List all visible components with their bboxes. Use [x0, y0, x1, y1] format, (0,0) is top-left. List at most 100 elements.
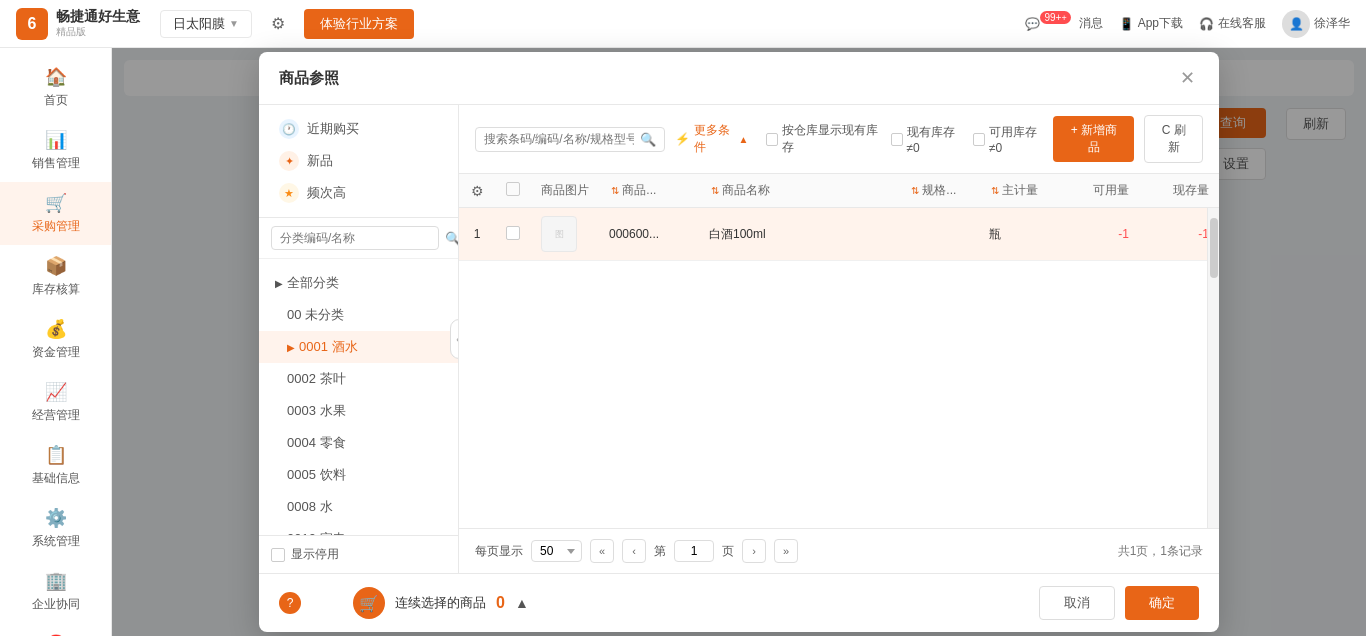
cart-icon[interactable]: 🛒 — [353, 587, 385, 619]
cat-item-0008[interactable]: 0008 水 — [259, 491, 458, 523]
search-icon[interactable]: 🔍 — [640, 132, 656, 147]
cat-item-0004[interactable]: 0004 零食 — [259, 427, 458, 459]
row-available-cell: -1 — [1059, 208, 1139, 261]
user-item[interactable]: 👤 徐泽华 — [1282, 10, 1350, 38]
next-page-button[interactable]: › — [742, 539, 766, 563]
cat-label-0004: 0004 零食 — [287, 434, 346, 452]
row-unit: 瓶 — [989, 227, 1001, 241]
table-scrollbar[interactable] — [1207, 208, 1219, 528]
select-all-checkbox[interactable] — [506, 182, 520, 196]
content-area: 查询 设置 刷新 商品参照 ✕ — [112, 48, 1366, 636]
sidebar-item-basic[interactable]: 📋 基础信息 — [0, 434, 111, 497]
row-image-cell: 图 — [531, 208, 599, 261]
category-search-input[interactable] — [271, 226, 439, 250]
sidebar-item-operations[interactable]: 📈 经营管理 — [0, 371, 111, 434]
show-disabled-checkbox[interactable] — [271, 548, 285, 562]
expand-icon: ▶ — [275, 278, 283, 289]
app-download-item[interactable]: 📱 App下载 — [1119, 15, 1183, 32]
sidebar-item-system[interactable]: ⚙️ 系统管理 — [0, 497, 111, 560]
quick-item-recent[interactable]: 🕐 近期购买 — [271, 113, 446, 145]
notifications-label: 消息 — [1079, 15, 1103, 32]
cat-label-00: 00 未分类 — [287, 306, 344, 324]
settings-icon[interactable]: ⚙ — [264, 10, 292, 38]
nav-selector-label: 日太阳膜 — [173, 15, 225, 33]
page-label: 第 — [654, 543, 666, 560]
row-num: 1 — [459, 208, 495, 261]
cat-item-0001[interactable]: ▶ 0001 酒水 — [259, 331, 458, 363]
sidebar-label-basic: 基础信息 — [32, 470, 80, 487]
cat-item-0002[interactable]: 0002 茶叶 — [259, 363, 458, 395]
collapse-cart-button[interactable]: ▲ — [515, 595, 529, 611]
show-disabled-label[interactable]: 显示停用 — [271, 546, 446, 563]
col-header-name[interactable]: ⇅ 商品名称 — [699, 174, 899, 208]
refresh-button[interactable]: C 刷新 — [1144, 115, 1203, 163]
per-page-label: 每页显示 — [475, 543, 523, 560]
gear-settings-icon[interactable]: ⚙ — [471, 183, 484, 199]
category-footer: 显示停用 — [259, 535, 458, 573]
sidebar-item-sales[interactable]: 📊 销售管理 — [0, 119, 111, 182]
online-service-item[interactable]: 🎧 在线客服 — [1199, 15, 1266, 32]
row-code: 000600... — [609, 227, 659, 241]
category-collapse-button[interactable]: « — [450, 319, 459, 359]
col-header-spec[interactable]: ⇅ 规格... — [899, 174, 979, 208]
logo-area: 6 畅捷通好生意 精品版 — [16, 8, 140, 40]
modal-close-button[interactable]: ✕ — [1175, 66, 1199, 90]
available-stock-checkbox[interactable] — [973, 133, 985, 146]
cancel-button[interactable]: 取消 — [1039, 586, 1115, 620]
filter-available-stock[interactable]: 可用库存≠0 — [973, 124, 1043, 155]
sidebar-item-home[interactable]: 🏠 首页 — [0, 56, 111, 119]
quick-label-freq: 频次高 — [307, 184, 346, 202]
col-header-unit[interactable]: ⇅ 主计量 — [979, 174, 1059, 208]
warehouse-checkbox[interactable] — [766, 133, 778, 146]
help-icon[interactable]: ? — [279, 592, 301, 614]
add-product-button[interactable]: + 新增商品 — [1053, 116, 1134, 162]
table-row[interactable]: 1 图 — [459, 208, 1219, 261]
quick-item-new[interactable]: ✦ 新品 — [271, 145, 446, 177]
sidebar-item-newbie[interactable]: 🎯 新手引导 — [0, 623, 111, 636]
cat-item-0003[interactable]: 0003 水果 — [259, 395, 458, 427]
phone-icon: 📱 — [1119, 17, 1134, 31]
has-stock-checkbox[interactable] — [891, 133, 903, 146]
logo-title: 畅捷通好生意 — [56, 8, 140, 25]
cat-item-0005[interactable]: 0005 饮料 — [259, 459, 458, 491]
warehouse-label: 按仓库显示现有库存 — [782, 122, 879, 156]
quick-item-freq[interactable]: ★ 频次高 — [271, 177, 446, 209]
product-thumbnail: 图 — [541, 216, 577, 252]
modal-header: 商品参照 ✕ — [259, 52, 1219, 105]
page-input[interactable] — [674, 540, 714, 562]
category-search-icon[interactable]: 🔍 — [445, 231, 459, 246]
top-nav: 6 畅捷通好生意 精品版 日太阳膜 ▼ ⚙ 体验行业方案 💬 99++ 消息 📱… — [0, 0, 1366, 48]
quick-access-section: 🕐 近期购买 ✦ 新品 ★ 频次高 — [259, 105, 458, 218]
cat-item-all[interactable]: ▶ 全部分类 — [259, 267, 458, 299]
modal-overlay: 商品参照 ✕ 🕐 近期购买 ✦ — [112, 48, 1366, 636]
col-header-code[interactable]: ⇅ 商品... — [599, 174, 699, 208]
modal-body: 🕐 近期购买 ✦ 新品 ★ 频次高 — [259, 105, 1219, 573]
product-search-input[interactable] — [484, 132, 634, 146]
experience-button[interactable]: 体验行业方案 — [304, 9, 414, 39]
row-checkbox[interactable] — [506, 226, 520, 240]
filter-has-stock[interactable]: 现有库存≠0 — [891, 124, 961, 155]
sidebar-item-purchase[interactable]: 🛒 采购管理 — [0, 182, 111, 245]
row-available: -1 — [1118, 227, 1129, 241]
prev-page-button[interactable]: ‹ — [622, 539, 646, 563]
sidebar-label-home: 首页 — [44, 92, 68, 109]
nav-selector[interactable]: 日太阳膜 ▼ — [160, 10, 252, 38]
notifications-item[interactable]: 💬 99++ 消息 — [1025, 15, 1102, 32]
sidebar-item-inventory[interactable]: 📦 库存核算 — [0, 245, 111, 308]
cat-item-00[interactable]: 00 未分类 — [259, 299, 458, 331]
cat-item-0010[interactable]: 0010 家电 — [259, 523, 458, 535]
first-page-button[interactable]: « — [590, 539, 614, 563]
sidebar-item-finance[interactable]: 💰 资金管理 — [0, 308, 111, 371]
filter-by-warehouse[interactable]: 按仓库显示现有库存 — [766, 122, 878, 156]
headset-icon: 🎧 — [1199, 17, 1214, 31]
sidebar-item-enterprise[interactable]: 🏢 企业协同 — [0, 560, 111, 623]
page-suffix: 页 — [722, 543, 734, 560]
recent-icon: 🕐 — [279, 119, 299, 139]
last-page-button[interactable]: » — [774, 539, 798, 563]
filter-button[interactable]: ⚡ 更多条件 ▲ — [675, 122, 748, 156]
per-page-select[interactable]: 50 20 100 — [531, 540, 582, 562]
confirm-button[interactable]: 确定 — [1125, 586, 1199, 620]
chevron-up-icon: ▲ — [738, 134, 748, 145]
cart-section: 🛒 连续选择的商品 0 ▲ — [353, 587, 529, 619]
scrollbar-thumb[interactable] — [1210, 218, 1218, 278]
